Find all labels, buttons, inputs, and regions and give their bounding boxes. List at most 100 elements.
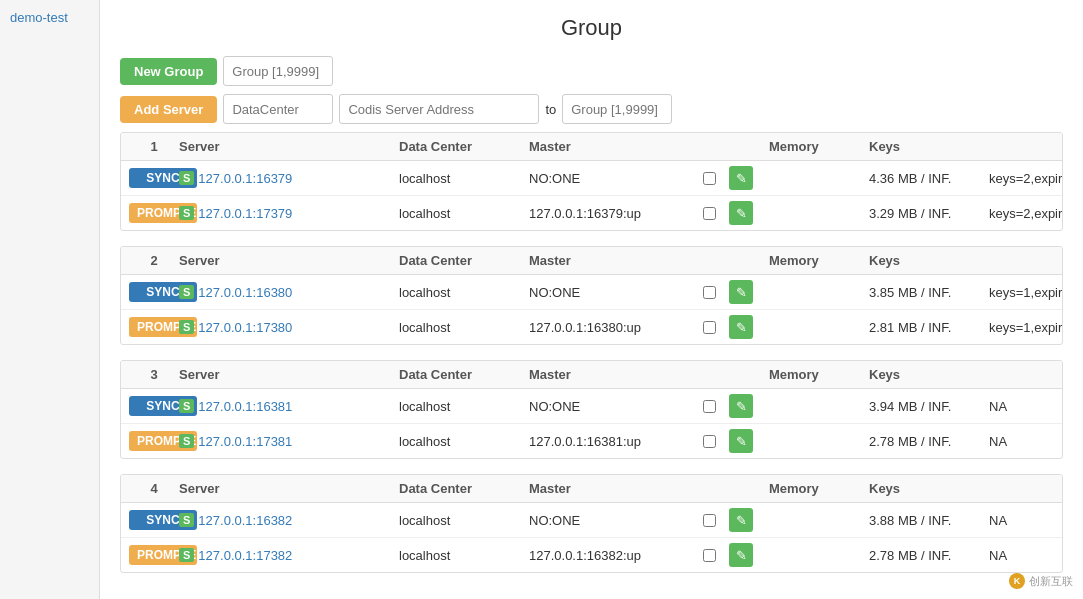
- server-address-link[interactable]: 127.0.0.1:17379: [198, 206, 292, 221]
- row-checkbox[interactable]: [703, 172, 716, 185]
- column-header: [729, 481, 769, 496]
- keys-cell: NA: [989, 548, 1054, 563]
- column-header: Keys: [869, 253, 989, 268]
- watermark-icon: K: [1009, 573, 1025, 589]
- edit-button[interactable]: ✎: [729, 280, 753, 304]
- column-header: Server: [179, 367, 399, 382]
- master-cell: NO:ONE: [529, 171, 689, 186]
- datacenter-input[interactable]: [223, 94, 333, 124]
- edit-button[interactable]: ✎: [729, 543, 753, 567]
- memory-cell: 2.78 MB / INF.: [869, 434, 989, 449]
- group-number: 4: [129, 481, 179, 496]
- datacenter-cell: localhost: [399, 285, 529, 300]
- checkbox-cell: [689, 514, 729, 527]
- server-address-link[interactable]: 127.0.0.1:16380: [198, 285, 292, 300]
- keys-cell: keys=2,expires=0,avg_ttl=0: [989, 206, 1063, 221]
- server-cell: S 127.0.0.1:17380: [179, 320, 399, 335]
- column-header: Data Center: [399, 253, 529, 268]
- group-number: 3: [129, 367, 179, 382]
- edit-button[interactable]: ✎: [729, 166, 753, 190]
- group-target-input[interactable]: [562, 94, 672, 124]
- row-checkbox[interactable]: [703, 549, 716, 562]
- edit-cell: ✎: [729, 508, 769, 532]
- server-cell: S 127.0.0.1:17381: [179, 434, 399, 449]
- edit-button[interactable]: ✎: [729, 201, 753, 225]
- server-cell: S127.0.0.1:16381: [179, 399, 399, 414]
- row-checkbox[interactable]: [703, 321, 716, 334]
- column-header: Memory: [769, 139, 869, 154]
- server-cell: S127.0.0.1:17382: [179, 548, 399, 563]
- memory-cell: 3.29 MB / INF.: [869, 206, 989, 221]
- datacenter-cell: localhost: [399, 513, 529, 528]
- column-header: Memory: [769, 253, 869, 268]
- checkbox-cell: [689, 286, 729, 299]
- edit-button[interactable]: ✎: [729, 394, 753, 418]
- server-address-link[interactable]: 127.0.0.1:16379: [198, 171, 292, 186]
- toolbar: New Group: [120, 56, 1063, 86]
- to-label: to: [545, 102, 556, 117]
- server-address-link[interactable]: 127.0.0.1:17382: [198, 548, 292, 563]
- server-cell: S127.0.0.1:16382: [179, 513, 399, 528]
- edit-button[interactable]: ✎: [729, 429, 753, 453]
- server-address-link[interactable]: 127.0.0.1:17380: [198, 320, 292, 335]
- memory-cell: 3.85 MB / INF.: [869, 285, 989, 300]
- table-row: SYNCS127.0.0.1:16379localhostNO:ONE✎4.36…: [121, 161, 1062, 196]
- column-header: Data Center: [399, 481, 529, 496]
- add-server-toolbar: Add Server to: [120, 94, 1063, 124]
- column-header: Memory: [769, 481, 869, 496]
- sidebar: demo-test: [0, 0, 100, 599]
- memory-cell: 3.94 MB / INF.: [869, 399, 989, 414]
- new-group-input[interactable]: [223, 56, 333, 86]
- group-header-1: 1ServerData CenterMasterMemoryKeys: [121, 133, 1062, 161]
- server-address-link[interactable]: 127.0.0.1:16381: [198, 399, 292, 414]
- column-header: Server: [179, 139, 399, 154]
- column-header: Memory: [769, 367, 869, 382]
- group-number: 2: [129, 253, 179, 268]
- master-cell: NO:ONE: [529, 399, 689, 414]
- column-header: Master: [529, 481, 689, 496]
- column-header: Server: [179, 481, 399, 496]
- new-group-button[interactable]: New Group: [120, 58, 217, 85]
- edit-cell: ✎: [729, 280, 769, 304]
- server-address-link[interactable]: 127.0.0.1:17381: [198, 434, 292, 449]
- row-checkbox[interactable]: [703, 400, 716, 413]
- edit-button[interactable]: ✎: [729, 508, 753, 532]
- group-header-3: 3ServerData CenterMasterMemoryKeys: [121, 361, 1062, 389]
- datacenter-cell: localhost: [399, 548, 529, 563]
- row-checkbox[interactable]: [703, 207, 716, 220]
- memory-cell: 2.81 MB / INF.: [869, 320, 989, 335]
- column-header: Master: [529, 367, 689, 382]
- column-header: Server: [179, 253, 399, 268]
- server-address-link[interactable]: 127.0.0.1:16382: [198, 513, 292, 528]
- main-content: Group New Group Add Server to 1ServerDat…: [100, 0, 1083, 599]
- add-server-button[interactable]: Add Server: [120, 96, 217, 123]
- table-row: PROMPTES127.0.0.1:17380localhost127.0.0.…: [121, 310, 1062, 344]
- server-cell: S127.0.0.1:16380: [179, 285, 399, 300]
- master-cell: 127.0.0.1:16380:up: [529, 320, 689, 335]
- s-tag: S: [179, 320, 194, 334]
- server-cell: S127.0.0.1:16379: [179, 171, 399, 186]
- datacenter-cell: localhost: [399, 434, 529, 449]
- edit-button[interactable]: ✎: [729, 315, 753, 339]
- row-checkbox[interactable]: [703, 435, 716, 448]
- keys-cell: NA: [989, 399, 1054, 414]
- column-header: [689, 139, 729, 154]
- codis-address-input[interactable]: [339, 94, 539, 124]
- group-header-2: 2ServerData CenterMasterMemoryKeys: [121, 247, 1062, 275]
- table-row: PROMPTES127.0.0.1:17381localhost127.0.0.…: [121, 424, 1062, 458]
- datacenter-cell: localhost: [399, 206, 529, 221]
- row-checkbox[interactable]: [703, 286, 716, 299]
- table-row: PROMPTES127.0.0.1:17382localhost127.0.0.…: [121, 538, 1062, 572]
- column-header: [729, 253, 769, 268]
- table-row: SYNCS127.0.0.1:16380localhostNO:ONE✎3.85…: [121, 275, 1062, 310]
- sidebar-link[interactable]: demo-test: [0, 0, 99, 35]
- group-block-3: 3ServerData CenterMasterMemoryKeysSYNCS1…: [120, 360, 1063, 459]
- edit-cell: ✎: [729, 201, 769, 225]
- edit-cell: ✎: [729, 166, 769, 190]
- column-header: Keys: [869, 481, 989, 496]
- edit-cell: ✎: [729, 394, 769, 418]
- row-checkbox[interactable]: [703, 514, 716, 527]
- column-header: [689, 481, 729, 496]
- column-header: [729, 139, 769, 154]
- s-tag: S: [179, 434, 194, 448]
